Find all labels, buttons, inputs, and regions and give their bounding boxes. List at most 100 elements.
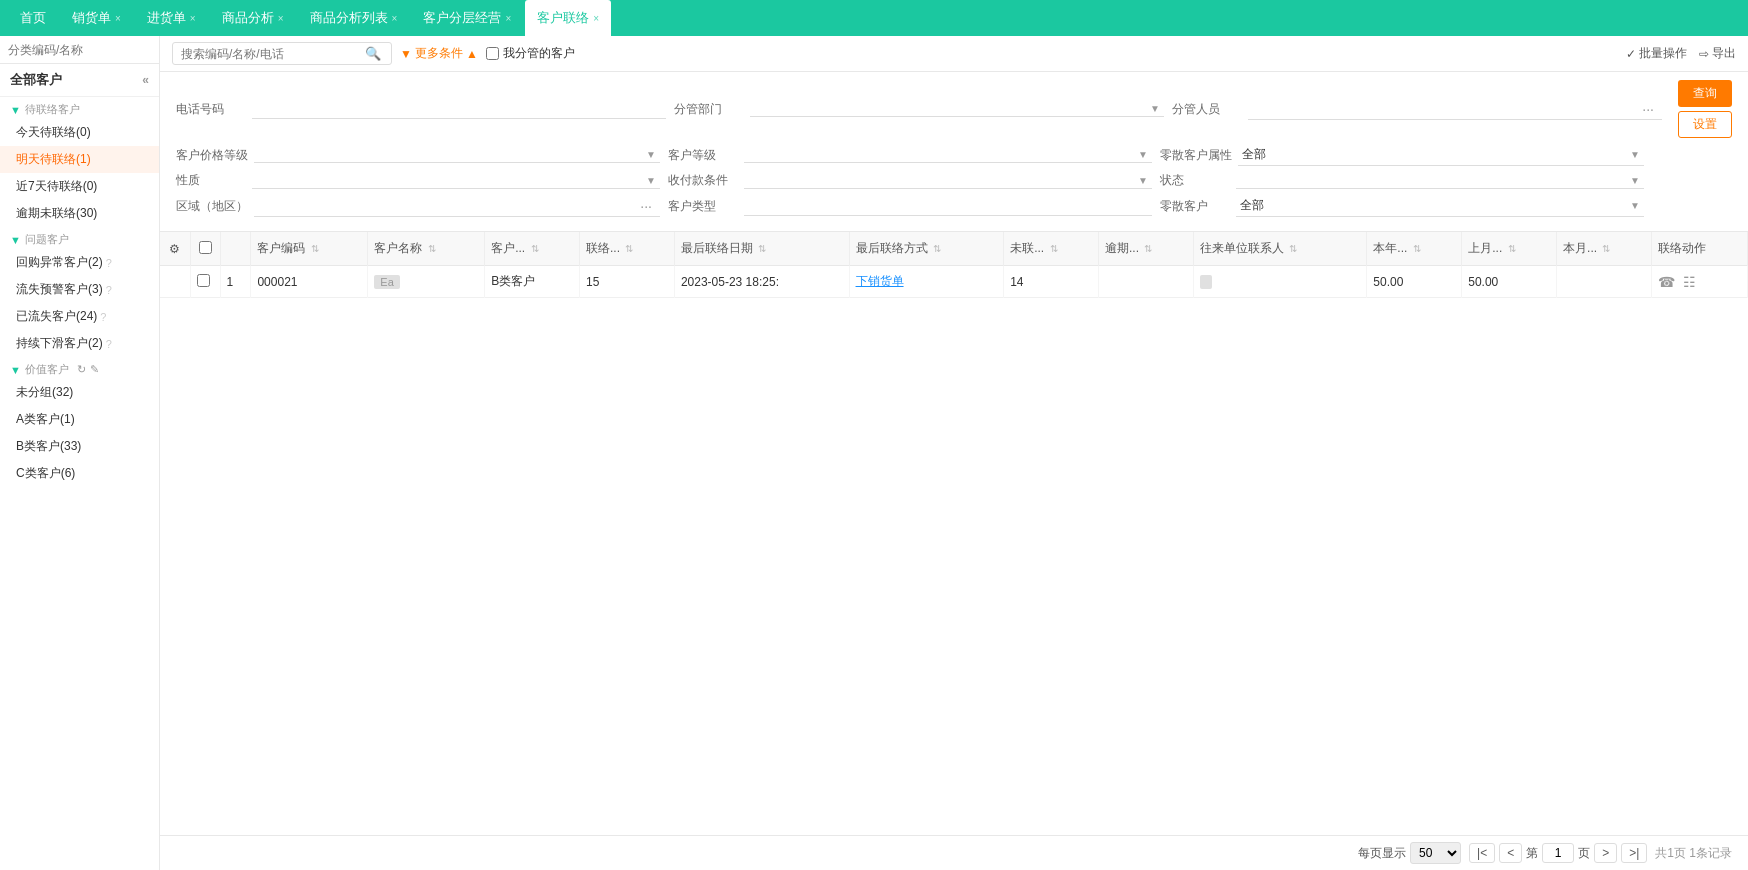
sort-type-icon: ⇅ [531, 243, 539, 254]
select-all-checkbox[interactable] [199, 241, 212, 254]
nav-close-product-list[interactable]: × [392, 13, 398, 24]
sidebar-churn-warning[interactable]: 流失预警客户(3) ? [0, 276, 159, 303]
set-button[interactable]: 设置 [1678, 111, 1732, 138]
value-refresh-icon[interactable]: ↻ [77, 363, 86, 376]
prev-page-btn[interactable]: < [1499, 843, 1522, 863]
nav-purchase-order[interactable]: 进货单 × [135, 0, 208, 36]
triangle-icon2: ▼ [10, 234, 21, 246]
sidebar-search-input[interactable] [8, 43, 158, 57]
batch-op-btn[interactable]: ✓ 批量操作 [1626, 45, 1687, 62]
th-no-contact[interactable]: 未联... ⇅ [1004, 232, 1099, 266]
phone-input[interactable] [252, 100, 666, 119]
th-customer-name[interactable]: 客户名称 ⇅ [368, 232, 485, 266]
nav-product-analysis-list[interactable]: 商品分析列表 × [298, 0, 410, 36]
next-page-btn[interactable]: > [1594, 843, 1617, 863]
page-number-input[interactable] [1542, 843, 1574, 863]
sort-year-icon: ⇅ [1413, 243, 1421, 254]
sidebar-repurchase-abnormal[interactable]: 回购异常客户(2) ? [0, 249, 159, 276]
price-level-label: 客户价格等级 [176, 147, 248, 164]
value-edit-icon[interactable]: ✎ [90, 363, 99, 376]
my-customers-filter: 我分管的客户 [486, 45, 575, 62]
sidebar-7day-contact[interactable]: 近7天待联络(0) [0, 173, 159, 200]
sidebar: 🔍 全部客户 « ▼ 待联络客户 今天待联络(0) 明天待联络(1) 近7天待联… [0, 36, 160, 870]
th-last-contact-date[interactable]: 最后联络日期 ⇅ [674, 232, 849, 266]
person-dots[interactable]: ··· [1638, 101, 1658, 117]
export-btn[interactable]: ⇨ 导出 [1699, 45, 1736, 62]
pagination: |< < 第 页 > >| [1469, 843, 1647, 863]
th-last-month[interactable]: 上月... ⇅ [1462, 232, 1557, 266]
nav-sales-order[interactable]: 销货单 × [60, 0, 133, 36]
td-unit-contact [1193, 266, 1366, 298]
query-button[interactable]: 查询 [1678, 80, 1732, 107]
sidebar-class-b[interactable]: B类客户(33) [0, 433, 159, 460]
th-last-contact-method[interactable]: 最后联络方式 ⇅ [849, 232, 1004, 266]
sidebar-today-contact[interactable]: 今天待联络(0) [0, 119, 159, 146]
sidebar-group-value: ▼ 价值客户 ↻ ✎ [0, 357, 159, 379]
sidebar-tomorrow-contact[interactable]: 明天待联络(1) [0, 146, 159, 173]
my-customers-checkbox[interactable] [486, 47, 499, 60]
sidebar-group-problem: ▼ 问题客户 [0, 227, 159, 249]
customer-level-select[interactable]: ▼ [744, 147, 1152, 163]
retail-attr-select[interactable]: 全部 ▼ [1238, 144, 1644, 166]
table-header-row: ⚙ 客户编码 ⇅ 客户名称 ⇅ [160, 232, 1748, 266]
nav-close-sales[interactable]: × [115, 13, 121, 24]
th-contact[interactable]: 联络... ⇅ [580, 232, 675, 266]
payment-select[interactable]: ▼ [744, 173, 1152, 189]
nav-close-customer-layered[interactable]: × [505, 13, 511, 24]
customer-table: ⚙ 客户编码 ⇅ 客户名称 ⇅ [160, 232, 1748, 298]
retail-customer-select[interactable]: 全部 ▼ [1236, 195, 1644, 217]
sidebar-churned[interactable]: 已流失客户(24) ? [0, 303, 159, 330]
dept-select[interactable]: ▼ [750, 101, 1164, 117]
total-records: 共1页 1条记录 [1655, 845, 1732, 862]
row-checkbox[interactable] [197, 274, 210, 287]
th-customer-code[interactable]: 客户编码 ⇅ [251, 232, 368, 266]
gear-th[interactable]: ⚙ [160, 232, 190, 266]
dept-label: 分管部门 [674, 101, 744, 118]
nav-home[interactable]: 首页 [8, 0, 58, 36]
th-unit-contact[interactable]: 往来单位联系人 ⇅ [1193, 232, 1366, 266]
nav-customer-contact[interactable]: 客户联络 × [525, 0, 611, 36]
sidebar-class-c[interactable]: C类客户(6) [0, 460, 159, 487]
table-body: 1 000021 Ea B类客户 15 2023-05-23 18:25: 下销… [160, 266, 1748, 298]
th-this-year[interactable]: 本年... ⇅ [1367, 232, 1462, 266]
page-unit: 页 [1578, 845, 1590, 862]
first-page-btn[interactable]: |< [1469, 843, 1495, 863]
sidebar-all-customers[interactable]: 全部客户 « [0, 64, 159, 97]
price-level-caret: ▼ [646, 149, 656, 160]
page-size-select[interactable]: 50 10 20 100 [1410, 842, 1461, 864]
phone-action-icon[interactable]: ☎ [1658, 274, 1675, 290]
last-contact-link[interactable]: 下销货单 [856, 274, 904, 288]
th-customer-type[interactable]: 客户... ⇅ [485, 232, 580, 266]
th-overdue[interactable]: 逾期... ⇅ [1099, 232, 1194, 266]
nav-product-analysis[interactable]: 商品分析 × [210, 0, 296, 36]
nav-close-product-analysis[interactable]: × [278, 13, 284, 24]
adv-field-payment: 收付款条件 ▼ [668, 172, 1152, 189]
price-level-select[interactable]: ▼ [254, 147, 660, 163]
adv-field-price-level: 客户价格等级 ▼ [176, 147, 660, 164]
sidebar-ungrouped[interactable]: 未分组(32) [0, 379, 159, 406]
sidebar-class-a[interactable]: A类客户(1) [0, 406, 159, 433]
th-this-month[interactable]: 本月... ⇅ [1557, 232, 1652, 266]
sort-unit-icon: ⇅ [1289, 243, 1297, 254]
filter-search-icon[interactable]: 🔍 [365, 46, 381, 61]
status-label: 状态 [1160, 172, 1230, 189]
nav-customer-layered[interactable]: 客户分层经营 × [411, 0, 523, 36]
td-last-contact-method: 下销货单 [849, 266, 1004, 298]
nature-select[interactable]: ▼ [252, 173, 660, 189]
customer-type-input[interactable] [744, 197, 1152, 216]
region-label: 区域（地区） [176, 198, 248, 215]
main-layout: 🔍 全部客户 « ▼ 待联络客户 今天待联络(0) 明天待联络(1) 近7天待联… [0, 36, 1748, 870]
last-page-btn[interactable]: >| [1621, 843, 1647, 863]
th-action: 联络动作 [1651, 232, 1747, 266]
qr-action-icon[interactable]: ☷ [1683, 274, 1696, 290]
sidebar-overdue-contact[interactable]: 逾期未联络(30) [0, 200, 159, 227]
sidebar-declining[interactable]: 持续下滑客户(2) ? [0, 330, 159, 357]
nav-close-purchase[interactable]: × [190, 13, 196, 24]
sort-overdue-icon: ⇅ [1144, 243, 1152, 254]
more-conditions-btn[interactable]: ▼ 更多条件 ▲ [400, 45, 478, 62]
customer-search-input[interactable] [181, 47, 361, 61]
region-dots[interactable]: ··· [636, 198, 656, 214]
adv-field-dept: 分管部门 ▼ [674, 101, 1164, 118]
status-select[interactable]: ▼ [1236, 173, 1644, 189]
nav-close-customer-contact[interactable]: × [593, 13, 599, 24]
